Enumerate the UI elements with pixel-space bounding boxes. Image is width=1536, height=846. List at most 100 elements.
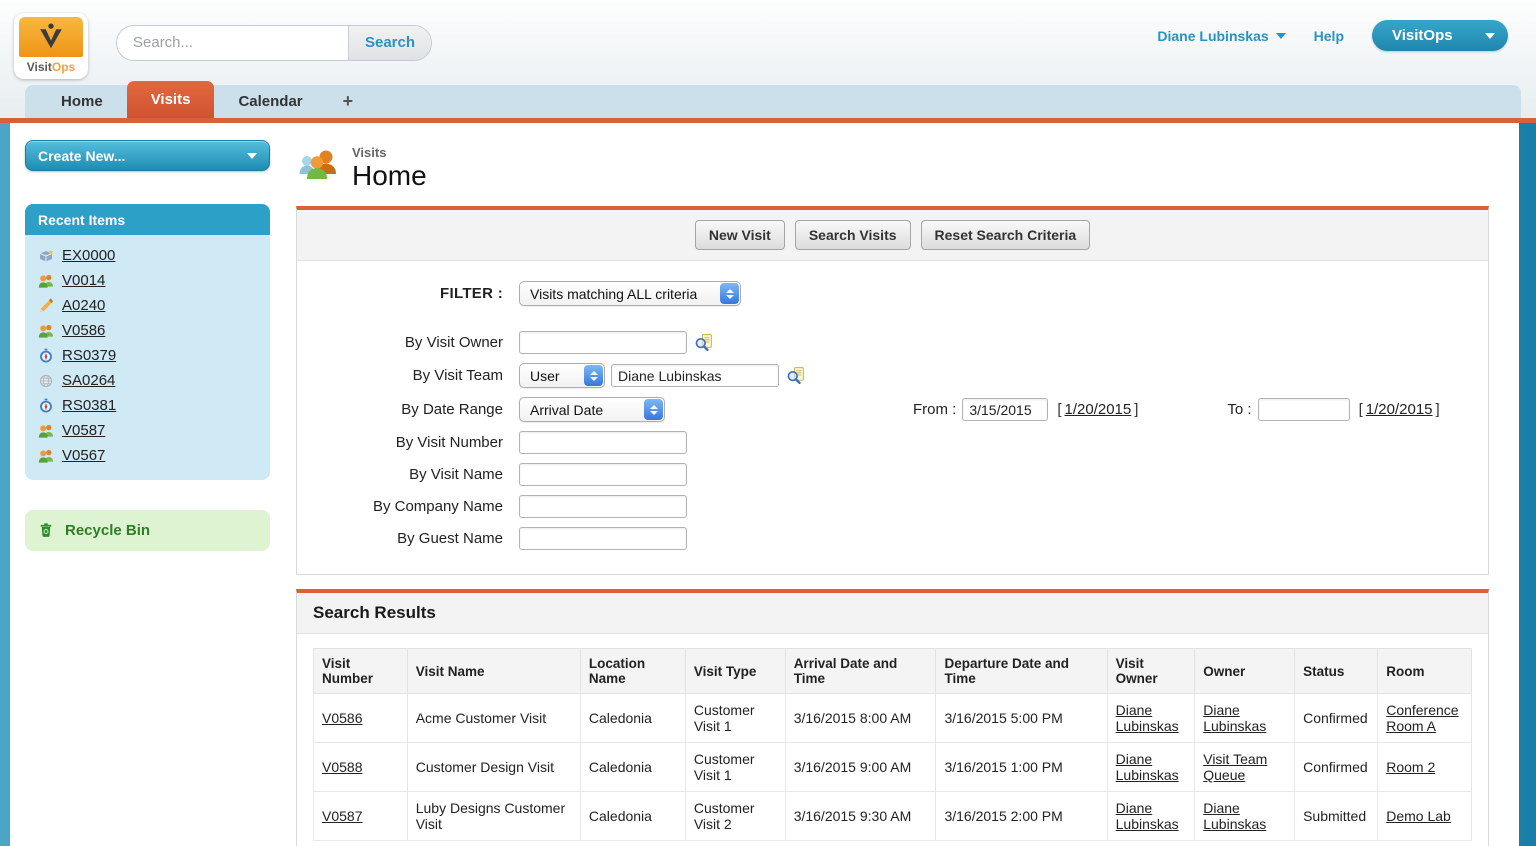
lookup-icon[interactable] <box>694 333 713 352</box>
visit-number-link[interactable]: V0588 <box>322 759 362 775</box>
recent-item-link[interactable]: V0014 <box>62 272 105 289</box>
sidebar: Create New... Recent Items EX0000 V0014 … <box>10 123 272 846</box>
result-row: V0587 Luby Designs Customer Visit Caledo… <box>313 791 1472 841</box>
lookup-icon[interactable] <box>786 366 805 385</box>
people-icon <box>38 423 54 439</box>
from-today-link[interactable]: 1/20/2015 <box>1065 401 1132 418</box>
departure-cell: 3/16/2015 5:00 PM <box>935 693 1108 743</box>
tab-add[interactable]: + <box>327 85 370 118</box>
globe-icon <box>38 373 54 389</box>
search-input[interactable] <box>117 25 348 60</box>
tab-bar: Home Visits Calendar + <box>25 81 1521 118</box>
compass-icon <box>38 398 54 414</box>
tab-home[interactable]: Home <box>37 85 127 118</box>
to-today-link[interactable]: 1/20/2015 <box>1366 401 1433 418</box>
search-visits-button[interactable]: Search Visits <box>794 220 911 250</box>
from-date-input[interactable] <box>962 398 1049 421</box>
recent-item-link[interactable]: RS0379 <box>62 347 116 364</box>
status-cell: Submitted <box>1294 791 1379 841</box>
visits-group-icon <box>298 145 340 192</box>
company-name-input[interactable] <box>519 495 687 518</box>
by-visit-name-label: By Visit Name <box>409 466 503 483</box>
new-visit-button[interactable]: New Visit <box>694 220 785 250</box>
column-header: Owner <box>1194 648 1296 694</box>
pencil-icon <box>38 298 54 314</box>
tab-calendar[interactable]: Calendar <box>214 85 326 118</box>
recent-item: V0014 <box>25 268 270 293</box>
results-header-row: Visit Number Visit Name Location Name Visit… <box>313 648 1472 694</box>
column-header: Arrival Date and Time <box>784 648 937 694</box>
recent-item-link[interactable]: V0567 <box>62 447 105 464</box>
visitops-logo: VisitOps <box>14 12 88 79</box>
date-range-select[interactable]: Arrival Date <box>519 397 665 422</box>
visit-owner-link[interactable]: Diane Lubinskas <box>1116 800 1179 832</box>
visit-owner-link[interactable]: Diane Lubinskas <box>1116 702 1179 734</box>
chevron-down-icon <box>1485 32 1495 39</box>
team-type-select[interactable]: User <box>519 363 605 388</box>
tab-visits[interactable]: Visits <box>126 81 215 118</box>
by-company-name-label: By Company Name <box>372 498 503 515</box>
visit-name-cell: Customer Design Visit <box>406 742 581 792</box>
recent-item-link[interactable]: SA0264 <box>62 372 115 389</box>
recent-items-title: Recent Items <box>25 204 270 235</box>
visit-number-input[interactable] <box>519 431 687 454</box>
by-visit-owner-label: By Visit Owner <box>404 334 503 351</box>
column-header: Visit Number <box>313 648 408 694</box>
to-date-group: To : [ 1/20/2015 ] <box>1227 398 1442 421</box>
from-date-group: From : [ 1/20/2015 ] <box>913 398 1141 421</box>
to-date-input[interactable] <box>1257 398 1350 421</box>
recent-item-link[interactable]: V0587 <box>62 422 105 439</box>
recent-item: V0586 <box>25 318 270 343</box>
recent-item-link[interactable]: A0240 <box>62 297 105 314</box>
criteria-select[interactable]: Visits matching ALL criteria <box>519 281 741 306</box>
recent-item-link[interactable]: V0586 <box>62 322 105 339</box>
search-results-panel: Search Results Visit Number Visit Name Loc… <box>296 589 1489 846</box>
status-cell: Confirmed <box>1294 693 1379 743</box>
recent-item: SA0264 <box>25 368 270 393</box>
reset-search-criteria-button[interactable]: Reset Search Criteria <box>920 220 1091 250</box>
location-cell: Caledonia <box>579 791 686 841</box>
recent-item-link[interactable]: EX0000 <box>62 247 115 264</box>
help-link[interactable]: Help <box>1314 28 1344 44</box>
visit-type-cell: Customer Visit 1 <box>684 742 786 792</box>
owner-link[interactable]: Diane Lubinskas <box>1203 800 1266 832</box>
logo-v-person-icon <box>40 23 62 49</box>
create-new-button[interactable]: Create New... <box>25 140 270 171</box>
recent-items-panel: Recent Items EX0000 V0014 A0240 V0586 RS… <box>25 204 270 480</box>
search-button[interactable]: Search <box>348 25 431 60</box>
visit-number-link[interactable]: V0587 <box>322 808 362 824</box>
recent-item: V0567 <box>25 443 270 468</box>
chevron-down-icon <box>247 152 257 159</box>
column-header: Departure Date and Time <box>935 648 1108 694</box>
user-menu[interactable]: Diane Lubinskas <box>1157 28 1286 44</box>
owner-link[interactable]: Diane Lubinskas <box>1203 702 1266 734</box>
guest-name-input[interactable] <box>519 527 687 550</box>
room-link[interactable]: Conference Room A <box>1386 702 1458 734</box>
select-arrows-icon <box>720 283 739 304</box>
top-header-region: VisitOps Search Diane Lubinskas Help Vis… <box>0 0 1536 118</box>
filter-panel: New Visit Search Visits Reset Search Cri… <box>296 206 1489 575</box>
owner-link[interactable]: Visit Team Queue <box>1203 751 1267 783</box>
visit-team-input[interactable] <box>611 364 779 387</box>
recent-item: EX0000 <box>25 243 270 268</box>
result-row: V0588 Customer Design Visit Caledonia Cu… <box>313 742 1472 792</box>
room-link[interactable]: Room 2 <box>1386 759 1435 775</box>
room-link[interactable]: Demo Lab <box>1386 808 1451 824</box>
visit-number-link[interactable]: V0586 <box>322 710 362 726</box>
column-header: Location Name <box>579 648 686 694</box>
visit-name-input[interactable] <box>519 463 687 486</box>
app-switcher-button[interactable]: VisitOps <box>1372 20 1508 51</box>
recycle-bin-link[interactable]: Recycle Bin <box>25 510 270 551</box>
main-content: Visits Home New Visit Search Visits Rese… <box>272 123 1519 846</box>
visit-owner-link[interactable]: Diane Lubinskas <box>1116 751 1179 783</box>
visit-owner-input[interactable] <box>519 331 687 354</box>
chevron-down-icon <box>1275 32 1286 39</box>
compass-icon <box>38 348 54 364</box>
by-visit-team-label: By Visit Team <box>412 367 503 384</box>
recent-item-link[interactable]: RS0381 <box>62 397 116 414</box>
filter-label: FILTER : <box>440 285 503 302</box>
page-title: Home <box>352 160 427 191</box>
people-icon <box>38 273 54 289</box>
people-icon <box>38 448 54 464</box>
departure-cell: 3/16/2015 2:00 PM <box>935 791 1108 841</box>
